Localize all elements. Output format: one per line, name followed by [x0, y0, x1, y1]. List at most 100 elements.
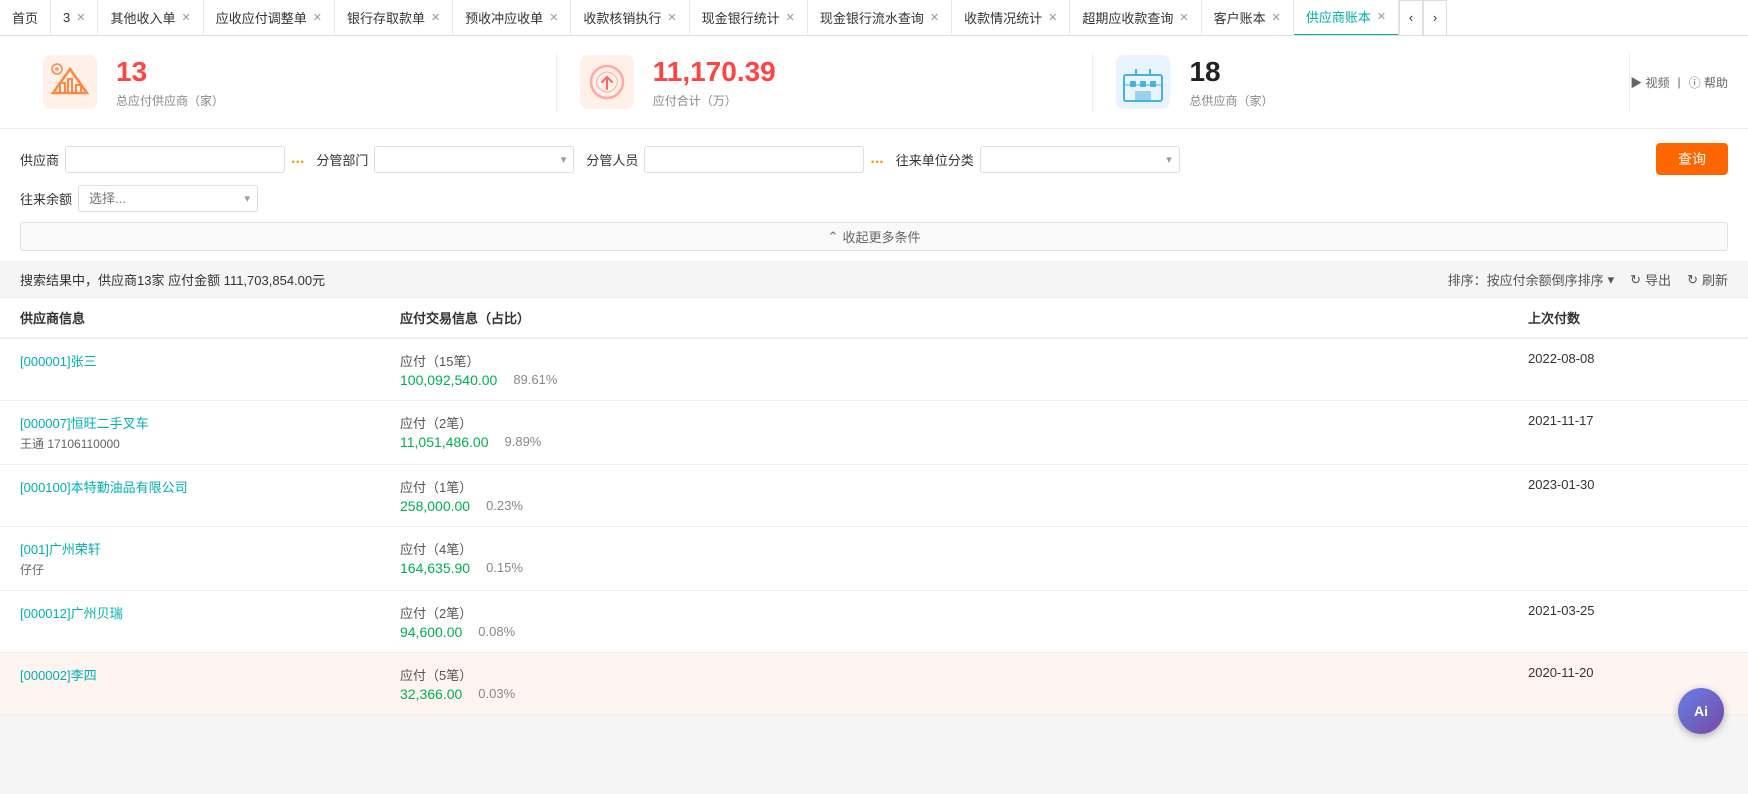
- supplier-dots-btn[interactable]: ...: [291, 150, 304, 168]
- result-info: 搜索结果中，供应商13家 应付金额 111,703,854.00元: [20, 270, 325, 289]
- supplier-cell-0: [000001]张三: [20, 351, 400, 370]
- supplier-input[interactable]: [65, 146, 285, 173]
- summary-bar: 13 总应付供应商（家） 11,170.39 应付合计（万）: [0, 36, 1748, 129]
- close-tab-supplier-ledger[interactable]: ✕: [1377, 10, 1386, 23]
- supplier-icon: [40, 52, 100, 112]
- supplier-link-2[interactable]: [000100]本特勤油品有限公司: [20, 480, 188, 495]
- all-suppliers-icon: [1113, 52, 1173, 112]
- nav-tab-customer-ledger[interactable]: 客户账本 ✕: [1202, 0, 1294, 36]
- trade-percent-0: 89.61%: [513, 372, 557, 387]
- table-header: 供应商信息 应付交易信息（占比） 上次付数: [0, 298, 1748, 339]
- trade-row-amount-3: 164,635.90 0.15%: [400, 558, 1528, 576]
- supplier-cell-5: [000002]李四: [20, 665, 400, 684]
- summary-label-all-suppliers: 总供应商（家）: [1189, 92, 1273, 109]
- nav-tab-other-income[interactable]: 其他收入单 ✕: [98, 0, 203, 36]
- query-button[interactable]: 查询: [1656, 143, 1728, 175]
- trade-cell-3: 应付 （4笔） 164,635.90 0.15%: [400, 539, 1528, 576]
- nav-tab-cash-bank-stat[interactable]: 现金银行统计 ✕: [690, 0, 808, 36]
- supplier-cell-4: [000012]广州贝瑞: [20, 603, 400, 622]
- trade-count-3: （4笔）: [426, 539, 472, 558]
- category-select[interactable]: [980, 146, 1180, 173]
- balance-select[interactable]: [78, 185, 258, 212]
- close-tab-customer-ledger[interactable]: ✕: [1272, 11, 1281, 24]
- close-tab-3[interactable]: ✕: [76, 11, 85, 24]
- nav-tab-3[interactable]: 3 ✕: [51, 0, 98, 36]
- trade-amount-2[interactable]: 258,000.00: [400, 498, 470, 514]
- nav-prev-arrow[interactable]: ‹: [1399, 0, 1423, 36]
- dept-select[interactable]: [374, 146, 574, 173]
- trade-count-4: （2笔）: [426, 603, 472, 622]
- supplier-link-5[interactable]: [000002]李四: [20, 668, 97, 683]
- lastpay-cell-4: 2021-03-25: [1528, 603, 1728, 618]
- video-link[interactable]: ▶ 视频: [1630, 74, 1669, 91]
- trade-cell-2: 应付 （1笔） 258,000.00 0.23%: [400, 477, 1528, 514]
- trade-amount-0[interactable]: 100,092,540.00: [400, 372, 497, 388]
- refresh-button[interactable]: ↻ 刷新: [1687, 270, 1728, 289]
- nav-next-arrow[interactable]: ›: [1423, 0, 1447, 36]
- export-button[interactable]: ↻ 导出: [1630, 270, 1671, 289]
- filter-bar: 供应商 ... 分管部门 ▾ 分管人员 ... 往来单位分类 ▾ 查询: [0, 129, 1748, 262]
- category-chevron-down-icon: ▾: [1166, 153, 1172, 166]
- col-header-lastpay: 上次付数: [1528, 308, 1728, 327]
- trade-count-5: （5笔）: [426, 665, 472, 684]
- close-tab-receipt-stat[interactable]: ✕: [1048, 11, 1057, 24]
- summary-num-suppliers: 13: [116, 56, 224, 88]
- trade-amount-3[interactable]: 164,635.90: [400, 560, 470, 576]
- trade-type-0: 应付: [400, 351, 426, 370]
- refresh-icon: ↻: [1687, 272, 1698, 288]
- supplier-link-3[interactable]: [001]广州荣轩: [20, 542, 101, 557]
- supplier-link-4[interactable]: [000012]广州贝瑞: [20, 606, 123, 621]
- trade-row-amount-0: 100,092,540.00 89.61%: [400, 370, 1528, 388]
- collapse-filters-button[interactable]: ⌃ 收起更多条件: [20, 222, 1728, 251]
- nav-tab-receipt-verify[interactable]: 收款核销执行 ✕: [571, 0, 689, 36]
- nav-tab-bank-deposit[interactable]: 银行存取款单 ✕: [335, 0, 453, 36]
- trade-cell-1: 应付 （2笔） 11,051,486.00 9.89%: [400, 413, 1528, 450]
- table-row: [000001]张三 应付 （15笔） 100,092,540.00 89.61…: [0, 339, 1748, 401]
- summary-label-suppliers: 总应付供应商（家）: [116, 92, 224, 109]
- close-tab-bank-deposit[interactable]: ✕: [431, 11, 440, 24]
- nav-tab-cash-bank-flow[interactable]: 现金银行流水查询 ✕: [808, 0, 952, 36]
- balance-chevron-down-icon: ▾: [244, 192, 250, 205]
- trade-amount-4[interactable]: 94,600.00: [400, 624, 462, 640]
- summary-num-total-ap: 11,170.39: [653, 56, 776, 88]
- filter-category: 往来单位分类 ▾: [896, 146, 1180, 173]
- nav-tab-ar-ap-adjust[interactable]: 应收应付调整单 ✕: [204, 0, 335, 36]
- nav-tab-home[interactable]: 首页: [0, 0, 51, 36]
- filter-row-1: 供应商 ... 分管部门 ▾ 分管人员 ... 往来单位分类 ▾ 查询: [20, 143, 1728, 175]
- close-tab-overdue-ar[interactable]: ✕: [1179, 11, 1188, 24]
- filter-balance: 往来余额 ▾: [20, 185, 258, 212]
- trade-row-label-4: 应付 （2笔）: [400, 603, 1528, 622]
- balance-label: 往来余额: [20, 189, 72, 208]
- trade-amount-5[interactable]: 32,366.00: [400, 686, 462, 702]
- trade-cell-5: 应付 （5笔） 32,366.00 0.03%: [400, 665, 1528, 702]
- help-link[interactable]: ⓘ 帮助: [1689, 74, 1728, 91]
- ai-assistant-button[interactable]: Ai: [1678, 688, 1724, 734]
- nav-tab-overdue-ar[interactable]: 超期应收款查询 ✕: [1070, 0, 1201, 36]
- category-label: 往来单位分类: [896, 150, 974, 169]
- trade-percent-4: 0.08%: [478, 624, 515, 639]
- trade-type-3: 应付: [400, 539, 426, 558]
- trade-row-label-5: 应付 （5笔）: [400, 665, 1528, 684]
- close-tab-other-income[interactable]: ✕: [181, 11, 190, 24]
- trade-type-2: 应付: [400, 477, 426, 496]
- close-tab-cash-bank-stat[interactable]: ✕: [786, 11, 795, 24]
- trade-amount-1[interactable]: 11,051,486.00: [400, 434, 489, 450]
- summary-card-total-ap: 11,170.39 应付合计（万）: [557, 52, 1094, 112]
- summary-num-all-suppliers: 18: [1189, 56, 1273, 88]
- nav-tab-receipt-stat[interactable]: 收款情况统计 ✕: [952, 0, 1070, 36]
- supplier-link-0[interactable]: [000001]张三: [20, 354, 97, 369]
- trade-row-amount-1: 11,051,486.00 9.89%: [400, 432, 1528, 450]
- close-tab-cash-bank-flow[interactable]: ✕: [930, 11, 939, 24]
- person-input[interactable]: [644, 146, 864, 173]
- supplier-link-1[interactable]: [000007]恒旺二手叉车: [20, 416, 149, 431]
- close-tab-prepay-ar[interactable]: ✕: [549, 11, 558, 24]
- supplier-cell-1: [000007]恒旺二手叉车 王通 17106110000: [20, 413, 400, 452]
- close-tab-receipt-verify[interactable]: ✕: [667, 11, 676, 24]
- nav-tab-prepay-ar[interactable]: 预收冲应收单 ✕: [453, 0, 571, 36]
- person-dots-btn[interactable]: ...: [870, 150, 883, 168]
- close-tab-ar-ap-adjust[interactable]: ✕: [313, 11, 322, 24]
- sort-select[interactable]: 排序：按应付余额倒序排序 ▾: [1448, 270, 1615, 289]
- trade-count-2: （1笔）: [426, 477, 472, 496]
- nav-tab-supplier-ledger[interactable]: 供应商账本 ✕: [1294, 0, 1399, 36]
- filter-row-2: 往来余额 ▾: [20, 185, 1728, 212]
